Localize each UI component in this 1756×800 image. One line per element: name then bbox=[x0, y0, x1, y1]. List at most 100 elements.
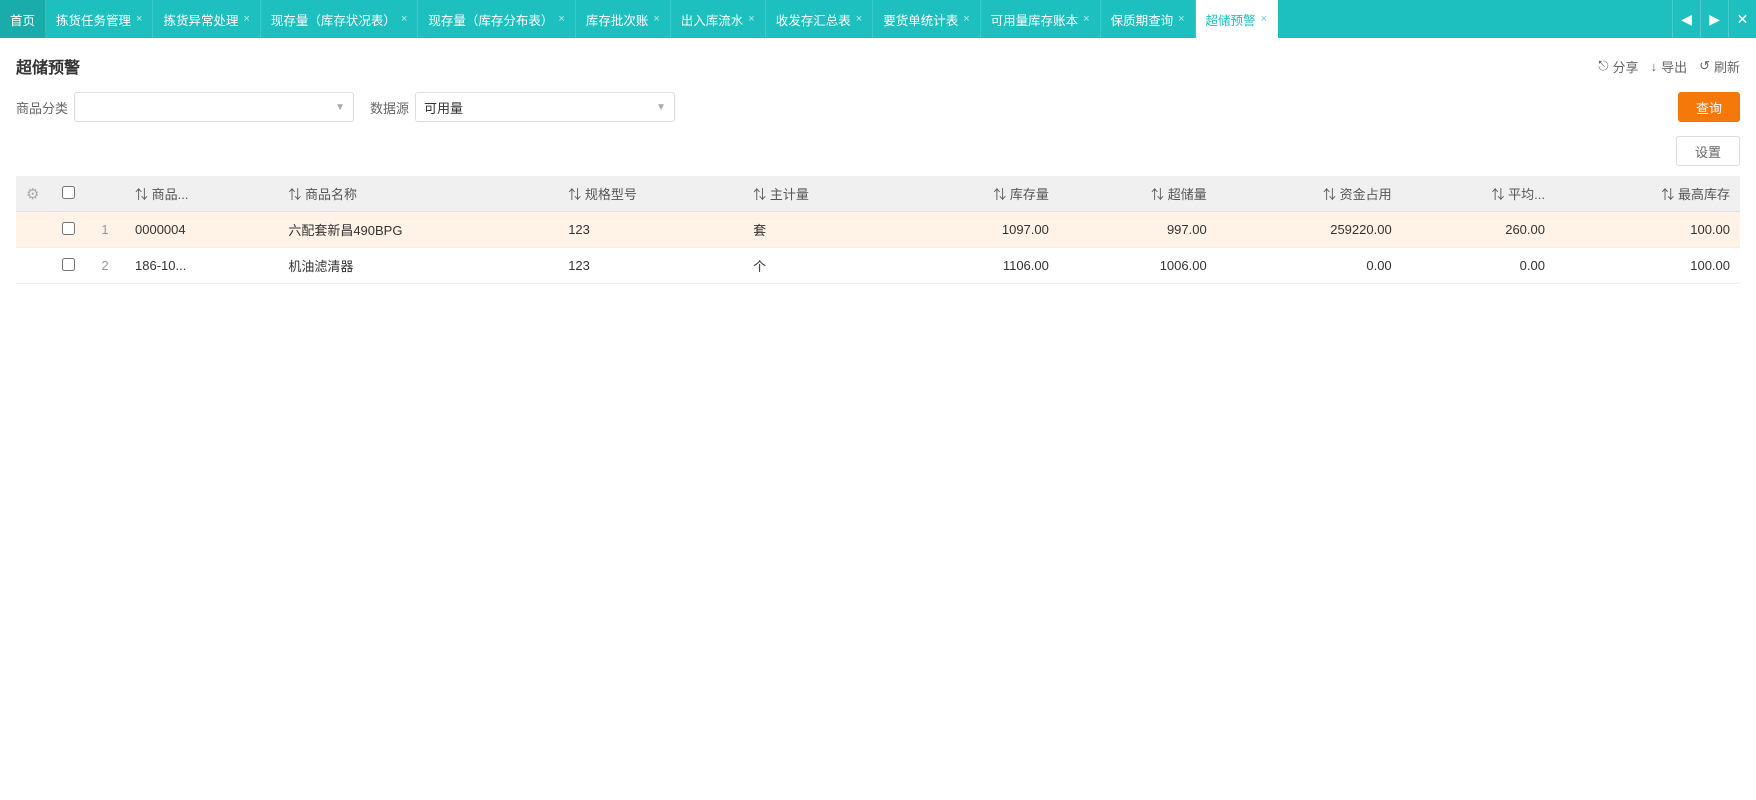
select-all-checkbox[interactable] bbox=[62, 186, 75, 199]
td-capital: 0.00 bbox=[1217, 248, 1402, 284]
nav-tab-stock-dist[interactable]: 现存量（库存分布表） × bbox=[418, 0, 575, 38]
nav-tab-batch[interactable]: 库存批次账 × bbox=[576, 0, 671, 38]
datasource-value: 可用量 bbox=[424, 98, 463, 117]
export-icon: ↓ bbox=[1651, 59, 1658, 74]
nav-tab-order-stats[interactable]: 要货单统计表 × bbox=[873, 0, 980, 38]
th-gear: ⚙ bbox=[16, 176, 52, 212]
sort-icon[interactable]: ⇅ bbox=[1323, 187, 1336, 202]
td-checkbox bbox=[52, 212, 85, 248]
datasource-label: 数据源 bbox=[370, 98, 409, 117]
td-max-stock: 100.00 bbox=[1555, 248, 1740, 284]
refresh-button[interactable]: ↺ 刷新 bbox=[1699, 57, 1740, 76]
query-button[interactable]: 查询 bbox=[1678, 92, 1740, 122]
nav-arrows-container: ◀ ▶ ✕ bbox=[1672, 0, 1756, 38]
td-overflow: 1006.00 bbox=[1059, 248, 1217, 284]
close-icon[interactable]: × bbox=[653, 13, 659, 25]
table-row: 2 186-10... 机油滤清器 123 个 1106.00 1006.00 … bbox=[16, 248, 1740, 284]
td-stock: 1106.00 bbox=[901, 248, 1059, 284]
th-checkbox bbox=[52, 176, 85, 212]
nav-tab-pick-task[interactable]: 拣货任务管理 × bbox=[46, 0, 153, 38]
th-max-stock: ⇅ 最高库存 bbox=[1555, 176, 1740, 212]
category-label: 商品分类 bbox=[16, 98, 68, 117]
close-icon[interactable]: × bbox=[856, 13, 862, 25]
td-spec: 123 bbox=[558, 248, 743, 284]
td-rownum: 2 bbox=[85, 248, 125, 284]
nav-close-button[interactable]: ✕ bbox=[1728, 0, 1756, 38]
header-actions: ⎋ 分享 ↓ 导出 ↺ 刷新 bbox=[1598, 57, 1740, 76]
nav-tab-expiry[interactable]: 保质期查询 × bbox=[1101, 0, 1196, 38]
td-avg: 0.00 bbox=[1402, 248, 1555, 284]
close-icon[interactable]: × bbox=[243, 13, 249, 25]
data-table: ⚙ ⇅ 商品... ⇅ 商品名称 ⇅ 规格型号 bbox=[16, 176, 1740, 284]
row-checkbox[interactable] bbox=[62, 258, 75, 271]
close-icon[interactable]: × bbox=[1178, 13, 1184, 25]
sort-icon[interactable]: ⇅ bbox=[135, 187, 148, 202]
share-button[interactable]: ⎋ 分享 bbox=[1598, 57, 1638, 76]
td-capital: 259220.00 bbox=[1217, 212, 1402, 248]
top-navigation: 首页 拣货任务管理 × 拣货异常处理 × 现存量（库存状况表） × 现存量（库存… bbox=[0, 0, 1756, 38]
sort-icon[interactable]: ⇅ bbox=[1661, 187, 1674, 202]
filter-actions: 查询 bbox=[1678, 92, 1740, 122]
td-spec: 123 bbox=[558, 212, 743, 248]
td-product-name: 机油滤清器 bbox=[278, 248, 558, 284]
td-checkbox bbox=[52, 248, 85, 284]
nav-prev-button[interactable]: ◀ bbox=[1672, 0, 1700, 38]
th-overflow: ⇅ 超储量 bbox=[1059, 176, 1217, 212]
td-avg: 260.00 bbox=[1402, 212, 1555, 248]
nav-tab-home[interactable]: 首页 bbox=[0, 0, 46, 38]
nav-next-button[interactable]: ▶ bbox=[1700, 0, 1728, 38]
sort-icon[interactable]: ⇅ bbox=[753, 187, 766, 202]
td-stock: 1097.00 bbox=[901, 212, 1059, 248]
sort-icon[interactable]: ⇅ bbox=[568, 187, 581, 202]
td-product-code: 186-10... bbox=[125, 248, 278, 284]
gear-icon[interactable]: ⚙ bbox=[26, 186, 39, 203]
close-icon[interactable]: × bbox=[1083, 13, 1089, 25]
page-header: 超储预警 ⎋ 分享 ↓ 导出 ↺ 刷新 bbox=[16, 54, 1740, 78]
datasource-filter: 数据源 可用量 ▼ bbox=[370, 92, 675, 122]
th-rownum bbox=[85, 176, 125, 212]
export-button[interactable]: ↓ 导出 bbox=[1651, 57, 1688, 76]
close-icon[interactable]: × bbox=[748, 13, 754, 25]
th-avg: ⇅ 平均... bbox=[1402, 176, 1555, 212]
td-product-name: 六配套新昌490BPG bbox=[278, 212, 558, 248]
td-gear bbox=[16, 212, 52, 248]
table-row: 1 0000004 六配套新昌490BPG 123 套 1097.00 997.… bbox=[16, 212, 1740, 248]
refresh-icon: ↺ bbox=[1699, 58, 1710, 74]
td-unit: 个 bbox=[743, 248, 901, 284]
sort-icon[interactable]: ⇅ bbox=[288, 187, 301, 202]
settings-button[interactable]: 设置 bbox=[1676, 136, 1740, 166]
td-product-code: 0000004 bbox=[125, 212, 278, 248]
close-icon[interactable]: × bbox=[1261, 13, 1267, 25]
nav-tab-pick-exception[interactable]: 拣货异常处理 × bbox=[153, 0, 260, 38]
close-icon[interactable]: × bbox=[136, 13, 142, 25]
th-unit: ⇅ 主计量 bbox=[743, 176, 901, 212]
chevron-down-icon: ▼ bbox=[656, 102, 666, 113]
close-icon[interactable]: × bbox=[963, 13, 969, 25]
nav-tab-summary[interactable]: 收发存汇总表 × bbox=[766, 0, 873, 38]
share-icon: ⎋ bbox=[1598, 58, 1608, 74]
nav-tab-inout[interactable]: 出入库流水 × bbox=[671, 0, 766, 38]
page-title: 超储预警 bbox=[16, 54, 80, 78]
row-checkbox[interactable] bbox=[62, 222, 75, 235]
th-product-name: ⇅ 商品名称 bbox=[278, 176, 558, 212]
sort-icon[interactable]: ⇅ bbox=[1151, 187, 1164, 202]
table-body: 1 0000004 六配套新昌490BPG 123 套 1097.00 997.… bbox=[16, 212, 1740, 284]
close-icon[interactable]: × bbox=[401, 13, 407, 25]
category-filter: 商品分类 ▼ bbox=[16, 92, 354, 122]
page-content: 超储预警 ⎋ 分享 ↓ 导出 ↺ 刷新 商品分类 ▼ 数据源 bbox=[0, 38, 1756, 800]
td-unit: 套 bbox=[743, 212, 901, 248]
sort-icon[interactable]: ⇅ bbox=[1492, 187, 1505, 202]
category-select[interactable]: ▼ bbox=[74, 92, 354, 122]
nav-tab-overflow[interactable]: 超储预警 × bbox=[1196, 0, 1278, 38]
datasource-select[interactable]: 可用量 ▼ bbox=[415, 92, 675, 122]
th-capital: ⇅ 资金占用 bbox=[1217, 176, 1402, 212]
td-rownum: 1 bbox=[85, 212, 125, 248]
sort-icon[interactable]: ⇅ bbox=[993, 187, 1006, 202]
nav-tab-available[interactable]: 可用量库存账本 × bbox=[981, 0, 1101, 38]
filter-bar: 商品分类 ▼ 数据源 可用量 ▼ 查询 bbox=[16, 92, 1740, 122]
chevron-down-icon: ▼ bbox=[335, 102, 345, 113]
td-max-stock: 100.00 bbox=[1555, 212, 1740, 248]
th-spec: ⇅ 规格型号 bbox=[558, 176, 743, 212]
nav-tab-stock-status[interactable]: 现存量（库存状况表） × bbox=[261, 0, 418, 38]
close-icon[interactable]: × bbox=[558, 13, 564, 25]
